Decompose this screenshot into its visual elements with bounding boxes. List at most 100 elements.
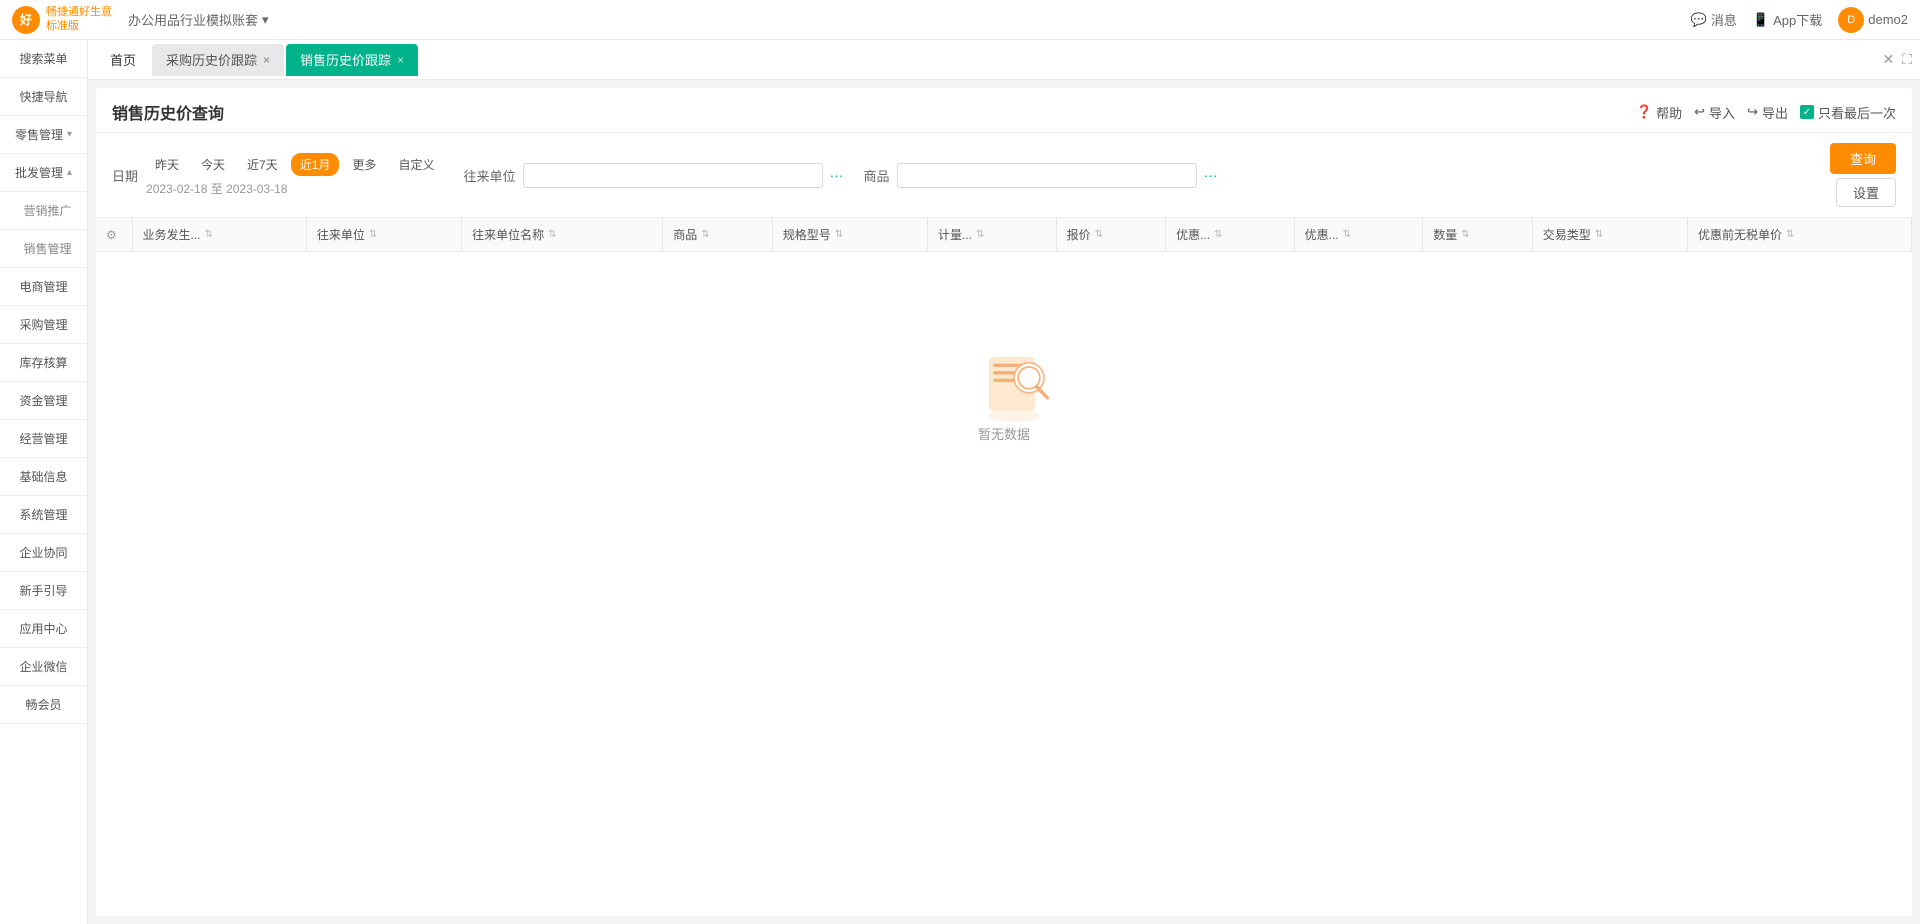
app-download-action[interactable]: 📱 App下载 bbox=[1753, 10, 1822, 29]
sidebar-item-ecommerce-mgmt[interactable]: 电商管理 bbox=[0, 268, 87, 306]
tab-bar-actions: ✕ ⛶ bbox=[1882, 51, 1912, 68]
date-btn-yesterday[interactable]: 昨天 bbox=[146, 153, 188, 176]
export-icon: ↪ bbox=[1747, 104, 1758, 120]
logo-area: 好 畅捷通好生意 标准版 bbox=[12, 6, 112, 34]
app-selector[interactable]: 办公用品行业模拟账套 ▾ bbox=[120, 10, 277, 29]
page-actions: ❓ 帮助 ↩ 导入 ↪ 导出 ✓ 只看最后一次 bbox=[1636, 103, 1896, 122]
sidebar-item-enterprise-collab[interactable]: 企业协同 bbox=[0, 534, 87, 572]
tab-purchase-history[interactable]: 采购历史价跟踪 × bbox=[152, 44, 284, 76]
sort-icon-spec[interactable]: ⇅ bbox=[835, 229, 843, 240]
tab-home[interactable]: 首页 bbox=[96, 44, 150, 76]
date-btn-last7days[interactable]: 近7天 bbox=[238, 153, 287, 176]
checkbox-icon: ✓ bbox=[1800, 105, 1814, 119]
sidebar-item-operations-mgmt[interactable]: 经营管理 bbox=[0, 420, 87, 458]
date-btn-today[interactable]: 今天 bbox=[192, 153, 234, 176]
sidebar-item-finance-mgmt[interactable]: 资金管理 bbox=[0, 382, 87, 420]
sort-icon-counterpart-name[interactable]: ⇅ bbox=[548, 229, 556, 240]
retail-mgmt-arrow: ▾ bbox=[67, 129, 72, 140]
sort-icon-discount2[interactable]: ⇅ bbox=[1343, 229, 1351, 240]
th-biz-date: 业务发生... ⇅ bbox=[132, 218, 306, 252]
import-action[interactable]: ↩ 导入 bbox=[1694, 103, 1735, 122]
date-btn-more[interactable]: 更多 bbox=[343, 153, 385, 176]
date-label: 日期 bbox=[112, 166, 138, 185]
date-btn-last1month[interactable]: 近1月 bbox=[291, 153, 340, 176]
th-quote: 报价 ⇅ bbox=[1056, 218, 1166, 252]
sidebar-item-system-mgmt[interactable]: 系统管理 bbox=[0, 496, 87, 534]
header-left: 好 畅捷通好生意 标准版 办公用品行业模拟账套 ▾ bbox=[12, 6, 277, 34]
only-last-checkbox[interactable]: ✓ 只看最后一次 bbox=[1800, 103, 1896, 122]
sidebar-item-quick-nav[interactable]: 快捷导航 bbox=[0, 78, 87, 116]
empty-state: 暂无数据 bbox=[96, 252, 1912, 523]
date-filter-group: 日期 昨天 今天 近7天 近1月 更多 自定义 2023-02-18 至 202… bbox=[112, 153, 443, 197]
sort-icon-discount1[interactable]: ⇅ bbox=[1214, 229, 1222, 240]
filter-right: 查询 设置 bbox=[1830, 143, 1896, 207]
wholesale-mgmt-arrow: ▴ bbox=[67, 167, 72, 178]
sidebar-item-inventory-calc[interactable]: 库存核算 bbox=[0, 344, 87, 382]
sort-icon-trade-type[interactable]: ⇅ bbox=[1595, 229, 1603, 240]
th-discount1: 优惠... ⇅ bbox=[1166, 218, 1295, 252]
tab-close-all-icon[interactable]: ✕ bbox=[1882, 51, 1894, 68]
date-btn-custom[interactable]: 自定义 bbox=[389, 153, 443, 176]
sidebar-item-app-center[interactable]: 应用中心 bbox=[0, 610, 87, 648]
import-icon: ↩ bbox=[1694, 104, 1705, 120]
date-filter: 昨天 今天 近7天 近1月 更多 自定义 2023-02-18 至 2023-0… bbox=[146, 153, 443, 197]
goods-dots[interactable]: ··· bbox=[1203, 167, 1217, 183]
logo-text: 畅捷通好生意 标准版 bbox=[46, 6, 112, 32]
sort-icon-biz-date[interactable]: ⇅ bbox=[205, 229, 213, 240]
th-counterpart-name: 往来单位名称 ⇅ bbox=[462, 218, 663, 252]
avatar: D bbox=[1838, 7, 1864, 33]
sidebar-item-search-menu[interactable]: 搜索菜单 bbox=[0, 40, 87, 78]
header-right: 💬 消息 📱 App下载 D demo2 bbox=[1691, 7, 1908, 33]
sidebar-sub-sales-mgmt[interactable]: 销售管理 bbox=[0, 230, 87, 268]
user-action[interactable]: D demo2 bbox=[1838, 7, 1908, 33]
gear-icon[interactable]: ⚙ bbox=[106, 228, 117, 242]
sidebar-item-new-user-guide[interactable]: 新手引导 bbox=[0, 572, 87, 610]
sort-icon-quantity[interactable]: ⇅ bbox=[1461, 229, 1469, 240]
counterpart-filter-group: 往来单位 ··· bbox=[463, 163, 843, 188]
message-action[interactable]: 💬 消息 bbox=[1691, 10, 1737, 29]
sidebar-item-basic-info[interactable]: 基础信息 bbox=[0, 458, 87, 496]
export-action[interactable]: ↪ 导出 bbox=[1747, 103, 1788, 122]
tab-sales-history[interactable]: 销售历史价跟踪 × bbox=[286, 44, 418, 76]
download-icon: 📱 bbox=[1753, 12, 1769, 28]
retail-mgmt-label: 零售管理 bbox=[15, 126, 63, 143]
sidebar-item-purchase-mgmt[interactable]: 采购管理 bbox=[0, 306, 87, 344]
th-quantity: 数量 ⇅ bbox=[1423, 218, 1533, 252]
goods-filter-group: 商品 ··· bbox=[863, 163, 1217, 188]
th-trade-type: 交易类型 ⇅ bbox=[1532, 218, 1687, 252]
th-unit: 计量... ⇅ bbox=[927, 218, 1056, 252]
sort-icon-quote[interactable]: ⇅ bbox=[1095, 229, 1103, 240]
tab-sales-history-close[interactable]: × bbox=[397, 53, 404, 67]
th-spec: 规格型号 ⇅ bbox=[772, 218, 927, 252]
data-table: ⚙ 业务发生... ⇅ 往来单位 bbox=[96, 218, 1912, 252]
sidebar-item-wholesale-mgmt[interactable]: 批发管理 ▴ bbox=[0, 154, 87, 192]
sort-icon-unit[interactable]: ⇅ bbox=[976, 229, 984, 240]
counterpart-input-group: ··· bbox=[523, 163, 843, 188]
sort-icon-counterpart-code[interactable]: ⇅ bbox=[369, 229, 377, 240]
goods-input-group: ··· bbox=[897, 163, 1217, 188]
help-action[interactable]: ❓ 帮助 bbox=[1636, 103, 1682, 122]
tab-purchase-history-close[interactable]: × bbox=[263, 53, 270, 67]
date-buttons: 昨天 今天 近7天 近1月 更多 自定义 bbox=[146, 153, 443, 176]
table-header: ⚙ 业务发生... ⇅ 往来单位 bbox=[96, 218, 1912, 252]
th-pre-tax-price: 优惠前无税单价 ⇅ bbox=[1688, 218, 1912, 252]
query-button[interactable]: 查询 bbox=[1830, 143, 1896, 174]
sidebar-item-retail-mgmt[interactable]: 零售管理 ▾ bbox=[0, 116, 87, 154]
filter-area: 日期 昨天 今天 近7天 近1月 更多 自定义 2023-02-18 至 202… bbox=[96, 133, 1912, 218]
goods-label: 商品 bbox=[863, 166, 889, 185]
page-header: 销售历史价查询 ❓ 帮助 ↩ 导入 ↪ 导出 ✓ bbox=[96, 88, 1912, 133]
quick-nav-label: 快捷导航 bbox=[19, 88, 67, 105]
counterpart-label: 往来单位 bbox=[463, 166, 515, 185]
goods-input[interactable] bbox=[897, 163, 1197, 188]
tab-expand-icon[interactable]: ⛶ bbox=[1902, 51, 1912, 68]
sidebar-item-enterprise-wechat[interactable]: 企业微信 bbox=[0, 648, 87, 686]
counterpart-dots[interactable]: ··· bbox=[829, 167, 843, 183]
counterpart-input[interactable] bbox=[523, 163, 823, 188]
sidebar-sub-marketing[interactable]: 营销推广 bbox=[0, 192, 87, 230]
sort-icon-goods[interactable]: ⇅ bbox=[701, 229, 709, 240]
table-header-row: ⚙ 业务发生... ⇅ 往来单位 bbox=[96, 218, 1912, 252]
chevron-down-icon: ▾ bbox=[262, 12, 269, 28]
sidebar-item-member-club[interactable]: 畅会员 bbox=[0, 686, 87, 724]
sort-icon-pre-tax-price[interactable]: ⇅ bbox=[1786, 229, 1794, 240]
settings-button[interactable]: 设置 bbox=[1836, 178, 1896, 207]
